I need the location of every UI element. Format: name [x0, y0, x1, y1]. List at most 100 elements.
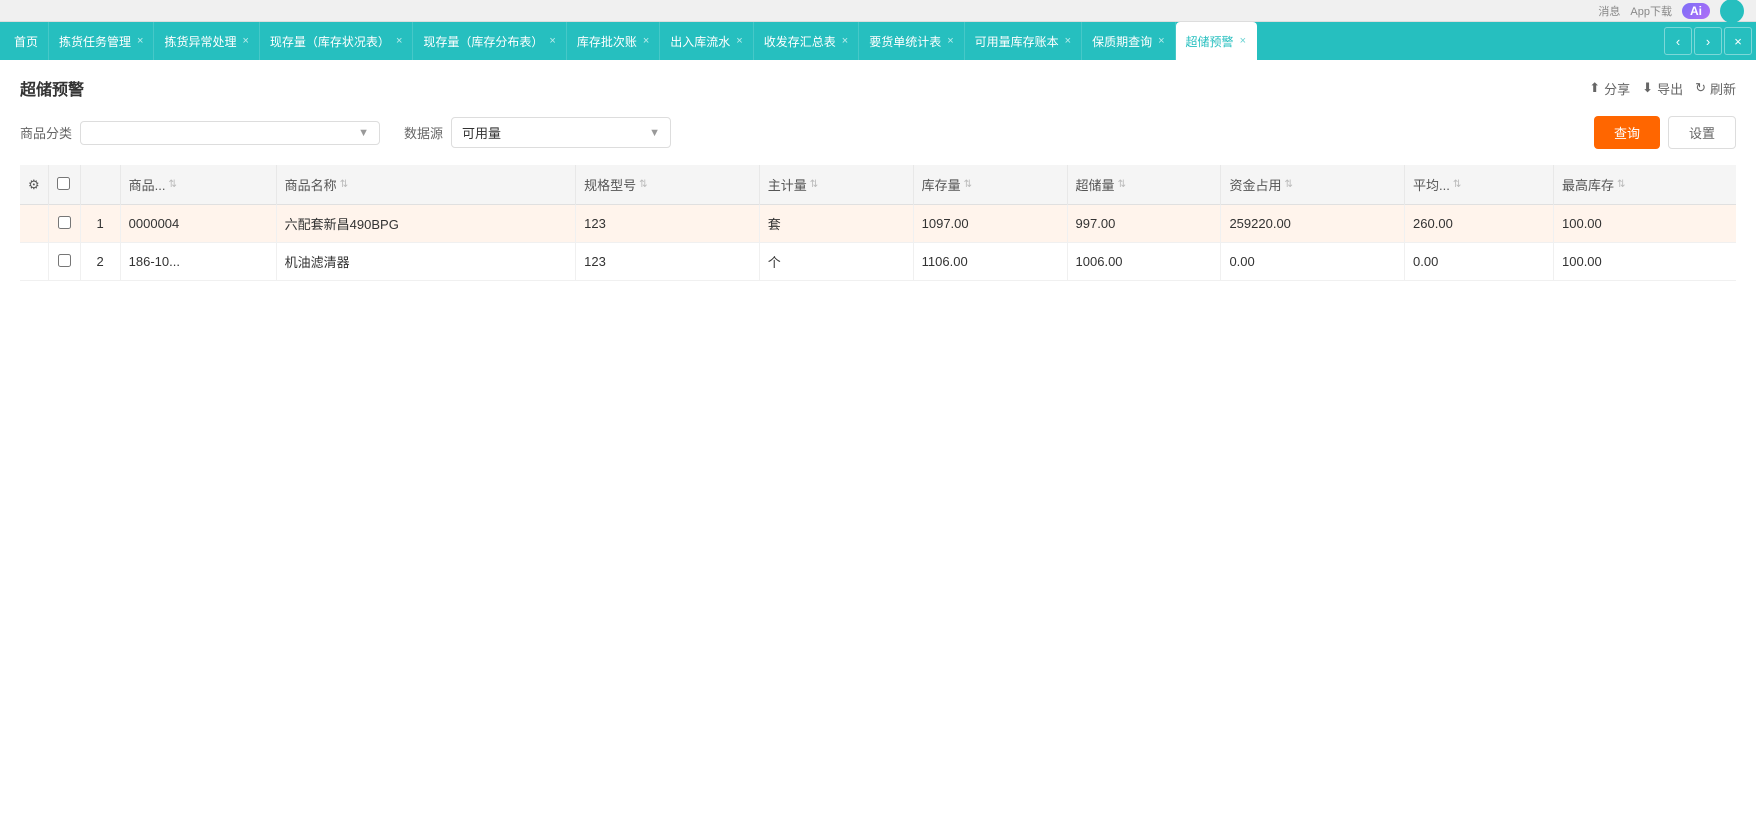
nav-tab-home-label: 首页 [14, 33, 38, 50]
top-bar-extra: 消息 App下载 Ai [0, 0, 1756, 22]
nav-tab-inventory-batch-label: 库存批次账 [577, 33, 637, 50]
row-product-name-0: 六配套新昌490BPG [276, 205, 575, 243]
nav-tab-picking-abnormal-label: 拣货异常处理 [164, 33, 236, 50]
row-avg-1: 0.00 [1405, 243, 1554, 281]
row-checkbox-0[interactable] [58, 216, 71, 229]
nav-tab-overstock-close[interactable]: × [1240, 35, 1246, 47]
col-product-name[interactable]: 商品名称 ⇅ [276, 165, 575, 205]
app-download-link[interactable]: App下载 [1630, 3, 1672, 19]
row-overstock-1: 1006.00 [1067, 243, 1221, 281]
nav-tab-picking-task-close[interactable]: × [137, 35, 143, 47]
nav-tab-available-ledger[interactable]: 可用量库存账本 × [965, 22, 1082, 60]
col-rownum [80, 165, 120, 205]
col-checkbox[interactable] [48, 165, 80, 205]
row-checkbox-cell-1[interactable] [48, 243, 80, 281]
sort-product-name-icon: ⇅ [340, 179, 348, 190]
col-stock[interactable]: 库存量 ⇅ [913, 165, 1067, 205]
table-body: 1 0000004 六配套新昌490BPG 123 套 1097.00 997.… [20, 205, 1736, 281]
nav-tab-requisition[interactable]: 要货单统计表 × [859, 22, 964, 60]
nav-tab-overstock[interactable]: 超储预警 × [1176, 22, 1257, 60]
nav-tab-available-ledger-label: 可用量库存账本 [975, 33, 1059, 50]
col-overstock[interactable]: 超储量 ⇅ [1067, 165, 1221, 205]
avatar[interactable] [1720, 0, 1744, 23]
col-unit[interactable]: 主计量 ⇅ [759, 165, 913, 205]
nav-tab-picking-task[interactable]: 拣货任务管理 × [49, 22, 154, 60]
col-settings[interactable]: ⚙ [20, 165, 48, 205]
table-row: 1 0000004 六配套新昌490BPG 123 套 1097.00 997.… [20, 205, 1736, 243]
row-checkbox-1[interactable] [58, 254, 71, 267]
datasource-chevron-icon: ▼ [649, 127, 660, 139]
nav-tab-quality-date[interactable]: 保质期查询 × [1082, 22, 1175, 60]
export-button[interactable]: ⬇ 导出 [1642, 79, 1683, 98]
share-button[interactable]: ⬆ 分享 [1589, 79, 1630, 98]
page-title: 超储预警 [20, 76, 84, 100]
nav-tab-receive-send-close[interactable]: × [842, 35, 848, 47]
select-all-checkbox[interactable] [57, 177, 70, 190]
col-avg[interactable]: 平均... ⇅ [1405, 165, 1554, 205]
row-gear-0 [20, 205, 48, 243]
refresh-button[interactable]: ↻ 刷新 [1695, 79, 1736, 98]
nav-tab-inventory-batch[interactable]: 库存批次账 × [567, 22, 660, 60]
nav-tab-requisition-label: 要货单统计表 [869, 33, 941, 50]
category-select[interactable]: ▼ [80, 121, 380, 145]
sort-overstock-icon: ⇅ [1118, 179, 1126, 190]
nav-tab-home[interactable]: 首页 [4, 22, 49, 60]
settings-gear-icon: ⚙ [28, 177, 40, 192]
nav-tab-picking-task-label: 拣货任务管理 [59, 33, 131, 50]
nav-prev-button[interactable]: ‹ [1664, 27, 1692, 55]
share-icon: ⬆ [1589, 80, 1600, 96]
row-num-0: 1 [80, 205, 120, 243]
header-actions: ⬆ 分享 ⬇ 导出 ↻ 刷新 [1589, 79, 1736, 98]
row-unit-1: 个 [759, 243, 913, 281]
col-spec[interactable]: 规格型号 ⇅ [576, 165, 760, 205]
filter-row: 商品分类 ▼ 数据源 可用量 ▼ 查询 设置 [20, 116, 1736, 149]
page-header: 超储预警 ⬆ 分享 ⬇ 导出 ↻ 刷新 [20, 76, 1736, 100]
refresh-icon: ↻ [1695, 80, 1706, 96]
sort-capital-icon: ⇅ [1284, 179, 1292, 190]
settings-button[interactable]: 设置 [1668, 116, 1736, 149]
nav-tab-inventory-dist[interactable]: 现存量（库存分布表） × [413, 22, 566, 60]
query-button[interactable]: 查询 [1594, 116, 1660, 149]
datasource-select[interactable]: 可用量 ▼ [451, 117, 671, 148]
category-chevron-icon: ▼ [358, 127, 369, 139]
nav-tab-quality-date-label: 保质期查询 [1092, 33, 1152, 50]
nav-tab-inventory-batch-close[interactable]: × [643, 35, 649, 47]
nav-tab-inventory-status[interactable]: 现存量（库存状况表） × [260, 22, 413, 60]
row-product-code-0: 0000004 [120, 205, 276, 243]
row-stock-0: 1097.00 [913, 205, 1067, 243]
top-nav: 首页 拣货任务管理 × 拣货异常处理 × 现存量（库存状况表） × 现存量（库存… [0, 22, 1756, 60]
nav-tab-inout-flow[interactable]: 出入库流水 × [660, 22, 753, 60]
nav-tab-inventory-status-close[interactable]: × [396, 35, 402, 47]
col-capital[interactable]: 资金占用 ⇅ [1221, 165, 1405, 205]
export-icon: ⬇ [1642, 80, 1653, 96]
nav-next-button[interactable]: › [1694, 27, 1722, 55]
sort-spec-icon: ⇅ [639, 179, 647, 190]
nav-tab-picking-abnormal[interactable]: 拣货异常处理 × [154, 22, 259, 60]
row-spec-1: 123 [576, 243, 760, 281]
nav-close-button[interactable]: × [1724, 27, 1752, 55]
message-link[interactable]: 消息 [1598, 3, 1620, 19]
nav-tab-inventory-dist-close[interactable]: × [549, 35, 555, 47]
datasource-label: 数据源 [404, 123, 443, 142]
col-max-stock[interactable]: 最高库存 ⇅ [1554, 165, 1737, 205]
nav-tab-receive-send-label: 收发存汇总表 [764, 33, 836, 50]
nav-tab-inout-flow-label: 出入库流水 [670, 33, 730, 50]
table-header-row: ⚙ 商品... ⇅ 商品名称 ⇅ [20, 165, 1736, 205]
row-unit-0: 套 [759, 205, 913, 243]
nav-tab-receive-send[interactable]: 收发存汇总表 × [754, 22, 859, 60]
refresh-label: 刷新 [1710, 79, 1736, 98]
nav-tab-available-ledger-close[interactable]: × [1065, 35, 1071, 47]
action-buttons: 查询 设置 [1594, 116, 1736, 149]
category-label: 商品分类 [20, 123, 72, 142]
nav-tab-inventory-status-label: 现存量（库存状况表） [270, 33, 390, 50]
sort-max-stock-icon: ⇅ [1617, 179, 1625, 190]
row-checkbox-cell-0[interactable] [48, 205, 80, 243]
nav-tab-quality-date-close[interactable]: × [1158, 35, 1164, 47]
ai-badge[interactable]: Ai [1682, 3, 1710, 19]
table-row: 2 186-10... 机油滤清器 123 个 1106.00 1006.00 … [20, 243, 1736, 281]
nav-tab-requisition-close[interactable]: × [947, 35, 953, 47]
nav-tab-picking-abnormal-close[interactable]: × [242, 35, 248, 47]
nav-tab-inout-flow-close[interactable]: × [736, 35, 742, 47]
sort-avg-icon: ⇅ [1453, 179, 1461, 190]
col-product-code[interactable]: 商品... ⇅ [120, 165, 276, 205]
